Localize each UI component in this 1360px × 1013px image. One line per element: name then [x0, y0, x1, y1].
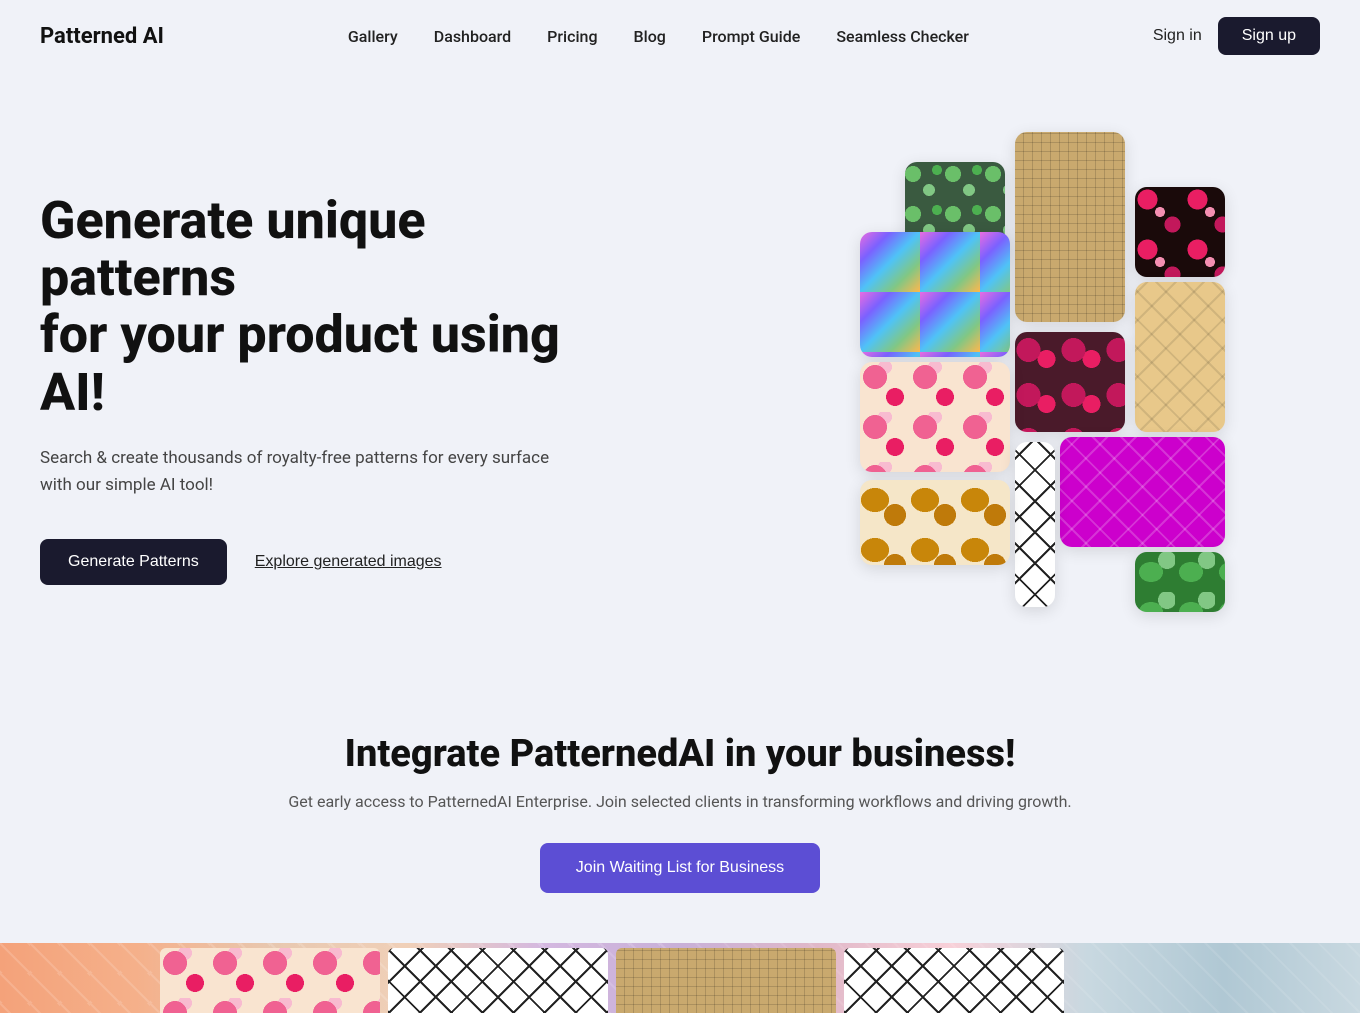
signin-button[interactable]: Sign in [1153, 27, 1202, 45]
hero-content: Generate unique patterns for your produc… [40, 132, 560, 585]
nav-seamless-checker[interactable]: Seamless Checker [836, 27, 969, 46]
pattern-tile-5 [1135, 282, 1225, 432]
pattern-tile-9 [1015, 442, 1055, 607]
pattern-tile-6 [1015, 332, 1125, 432]
business-section: Integrate PatternedAI in your business! … [0, 672, 1360, 943]
bottom-tile-1 [160, 948, 380, 1013]
pattern-tile-8 [1060, 437, 1225, 547]
bottom-tile-3 [616, 948, 836, 1013]
hero-title: Generate unique patterns for your produc… [40, 192, 560, 421]
bottom-banner [0, 943, 1360, 1013]
nav-prompt-guide[interactable]: Prompt Guide [702, 27, 800, 46]
navbar: Patterned AI Gallery Dashboard Pricing B… [0, 0, 1360, 72]
brand-logo[interactable]: Patterned AI [40, 24, 164, 49]
pattern-tile-7 [860, 362, 1010, 472]
nav-blog[interactable]: Blog [634, 27, 666, 46]
bottom-tile-4 [844, 948, 1064, 1013]
pattern-tile-10 [860, 480, 1010, 565]
nav-dashboard[interactable]: Dashboard [434, 27, 511, 46]
pattern-tile-3 [860, 232, 1010, 357]
nav-links: Gallery Dashboard Pricing Blog Prompt Gu… [348, 27, 969, 46]
nav-actions: Sign in Sign up [1153, 17, 1320, 55]
hero-subtitle: Search & create thousands of royalty-fre… [40, 445, 560, 499]
business-title: Integrate PatternedAI in your business! [40, 732, 1320, 776]
pattern-grid [860, 132, 1320, 632]
pattern-tile-4 [1135, 187, 1225, 277]
nav-pricing[interactable]: Pricing [547, 27, 597, 46]
explore-images-link[interactable]: Explore generated images [255, 553, 442, 571]
waiting-list-button[interactable]: Join Waiting List for Business [540, 843, 820, 893]
hero-section: Generate unique patterns for your produc… [0, 72, 1360, 672]
bottom-images [0, 948, 1360, 1013]
signup-button[interactable]: Sign up [1218, 17, 1320, 55]
bottom-tile-2 [388, 948, 608, 1013]
generate-patterns-button[interactable]: Generate Patterns [40, 539, 227, 585]
nav-gallery[interactable]: Gallery [348, 27, 398, 46]
pattern-tile-2 [1015, 132, 1125, 322]
hero-actions: Generate Patterns Explore generated imag… [40, 539, 560, 585]
business-subtitle: Get early access to PatternedAI Enterpri… [40, 792, 1320, 811]
pattern-tile-11 [1135, 552, 1225, 612]
